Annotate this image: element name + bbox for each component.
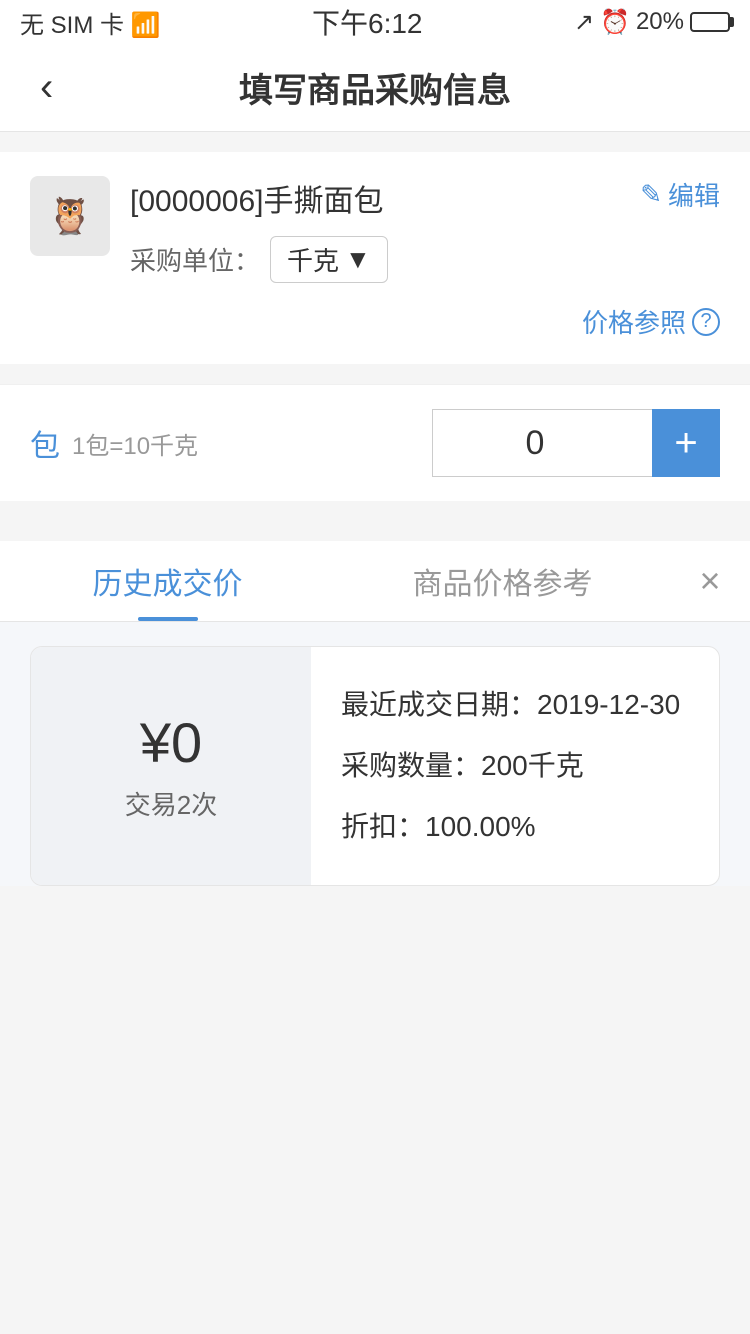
edit-button[interactable]: ✎ 编辑 [640,176,720,213]
unit-select[interactable]: 千克 ▼ [270,236,388,283]
unit-label: 采购单位： [130,241,260,278]
battery-icon [690,12,730,32]
section-divider [0,364,750,384]
history-detail-quantity: 采购数量：200千克 [341,744,689,789]
tabs-header: 历史成交价 商品价格参考 × [0,541,750,622]
owl-icon: 🦉 [48,195,93,237]
edit-label: 编辑 [668,176,720,213]
quantity-row: 包 1包=10千克 + [30,409,720,477]
back-button[interactable]: ‹ [30,55,63,120]
quantity-plus-button[interactable]: + [652,409,720,477]
product-header: 🦉 [0000006]手撕面包 采购单位： 千克 ▼ ✎ 编辑 [30,176,720,283]
history-trades: 交易2次 [125,785,217,822]
price-ref-row: 价格参照 ? [30,303,720,340]
quantity-input[interactable] [432,409,652,477]
status-bar-left: 无 SIM 卡 📶 [20,5,161,40]
price-ref-button[interactable]: 价格参照 ? [582,303,720,340]
discount-value: 100.00% [425,811,536,842]
section-divider-2 [0,501,750,521]
tab-history-label: 历史成交价 [93,559,243,603]
alarm-icon: ⏰ [600,8,630,37]
nav-bar: ‹ 填写商品采购信息 [0,44,750,132]
status-bar-right: ↗ ⏰ 20% [574,8,730,37]
page-title: 填写商品采购信息 [239,63,511,112]
history-left: ¥0 交易2次 [31,647,311,885]
history-detail-discount: 折扣：100.00% [341,805,689,850]
product-unit-row: 采购单位： 千克 ▼ [130,236,388,283]
info-icon: ? [692,308,720,336]
quantity-val: 200千克 [481,750,584,781]
sim-status: 无 SIM 卡 📶 [20,5,161,40]
tab-reference-label: 商品价格参考 [413,559,593,603]
status-bar-time: 下午6:12 [312,2,423,42]
quantity-label: 采购数量： [341,750,481,781]
price-ref-label: 价格参照 [582,303,686,340]
product-card: 🦉 [0000006]手撕面包 采购单位： 千克 ▼ ✎ 编辑 价格参照 ? [0,152,750,364]
history-detail-date: 最近成交日期：2019-12-30 [341,683,689,728]
quantity-conversion: 1包=10千克 [72,426,198,461]
tab-history[interactable]: 历史成交价 [0,541,335,621]
history-price: ¥0 [140,710,202,775]
history-card: ¥0 交易2次 最近成交日期：2019-12-30 采购数量：200千克 折扣：… [30,646,720,886]
tabs-close-button[interactable]: × [670,541,750,621]
quantity-label-group: 包 1包=10千克 [30,421,198,465]
product-left: 🦉 [0000006]手撕面包 采购单位： 千克 ▼ [30,176,388,283]
unit-value: 千克 [287,241,339,278]
tab-reference[interactable]: 商品价格参考 [335,541,670,621]
tabs-section: 历史成交价 商品价格参考 × ¥0 交易2次 最近成交日期：2019-12-30… [0,541,750,886]
battery-pct: 20% [636,8,684,36]
status-bar: 无 SIM 卡 📶 下午6:12 ↗ ⏰ 20% [0,0,750,44]
recent-date-value: 2019-12-30 [537,689,680,720]
history-right: 最近成交日期：2019-12-30 采购数量：200千克 折扣：100.00% [311,647,719,885]
tab-history-underline [138,617,198,621]
discount-label: 折扣： [341,811,425,842]
price-symbol: ¥ [140,711,171,774]
quantity-unit-badge: 包 [30,421,60,465]
edit-icon: ✎ [640,179,662,210]
location-icon: ↗ [574,8,594,37]
dropdown-icon: ▼ [345,244,371,275]
product-full-name: [0000006]手撕面包 [130,176,388,220]
product-info: [0000006]手撕面包 采购单位： 千克 ▼ [130,176,388,283]
product-thumbnail: 🦉 [30,176,110,256]
price-value: 0 [171,711,202,774]
quantity-input-group: + [432,409,720,477]
quantity-section: 包 1包=10千克 + [0,384,750,501]
recent-date-label: 最近成交日期： [341,689,537,720]
